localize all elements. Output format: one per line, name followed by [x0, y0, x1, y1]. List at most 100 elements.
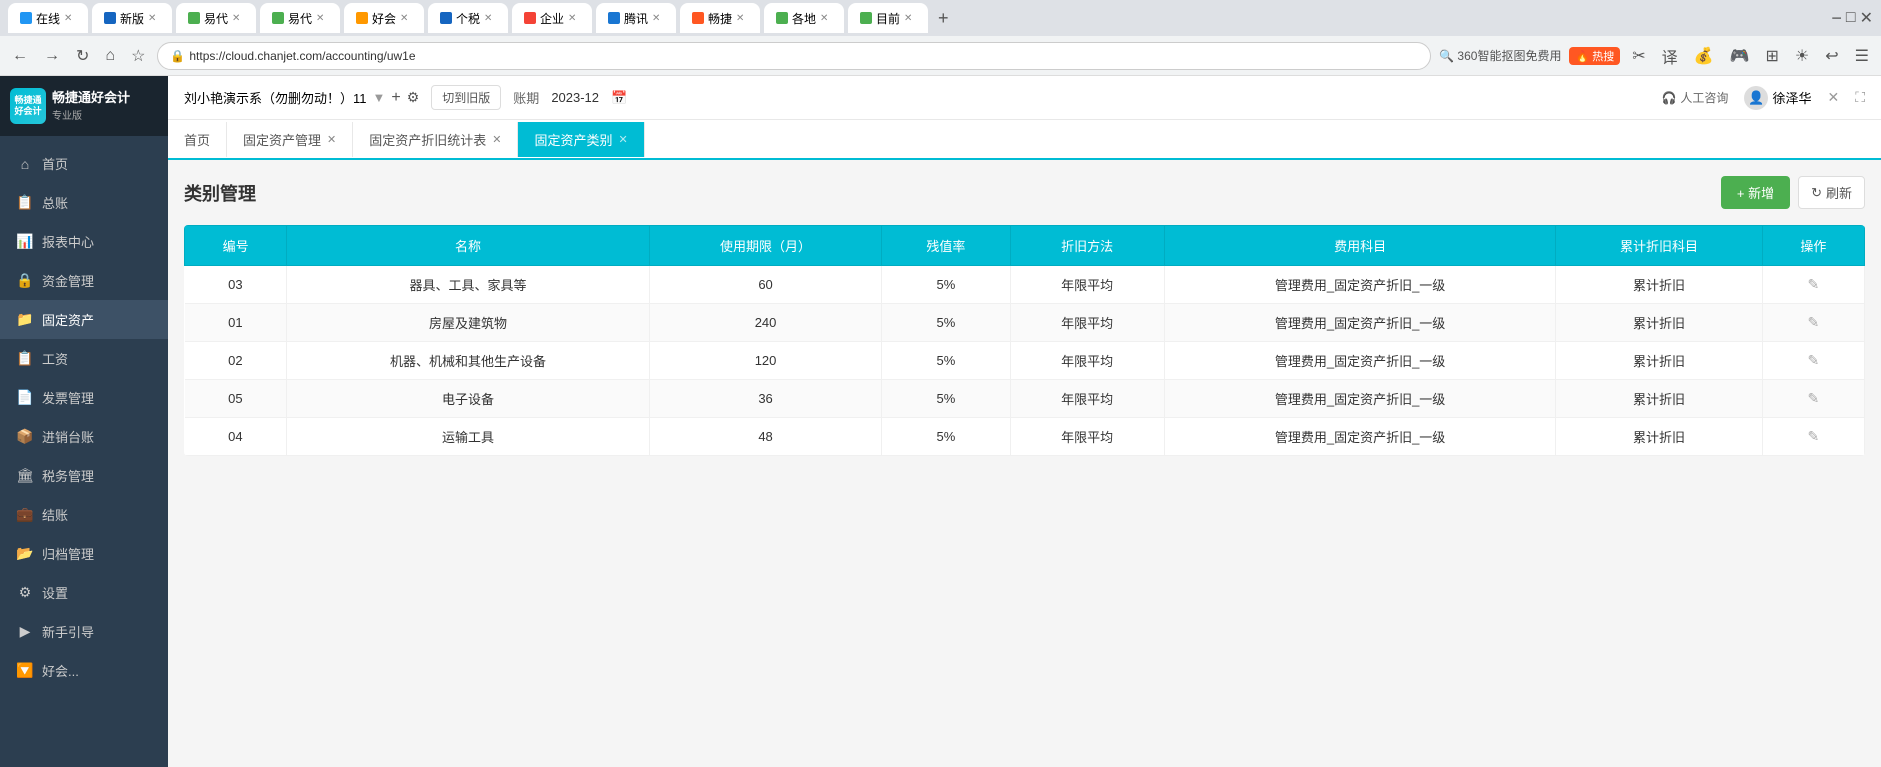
add-button[interactable]: +	[391, 89, 400, 107]
close-button[interactable]: ✕	[1860, 8, 1873, 28]
tab-close-asset-category[interactable]: ✕	[619, 133, 628, 146]
settings-browser-button[interactable]: ☀	[1791, 42, 1813, 70]
sidebar-item-inventory-label: 进销台账	[42, 427, 94, 446]
row1-edit-icon[interactable]: ✎	[1808, 314, 1820, 330]
sidebar-item-guide-label: 新手引导	[42, 622, 94, 641]
row2-action[interactable]: ✎	[1762, 342, 1864, 380]
sidebar-item-ledger[interactable]: 📋 总账	[0, 183, 168, 222]
tab-label-10: 目前	[876, 10, 900, 27]
add-category-button[interactable]: + 新增	[1721, 176, 1790, 209]
tab-fixed-assets-mgmt[interactable]: 固定资产管理 ✕	[227, 122, 353, 157]
calendar-icon[interactable]: 📅	[611, 90, 627, 106]
browser-tab-5[interactable]: 个税 ✕	[428, 3, 508, 33]
reload-button[interactable]: ↻	[72, 42, 93, 70]
sidebar-item-report[interactable]: 📊 报表中心	[0, 222, 168, 261]
top-bar-right: 🎧 人工咨询 👤 徐泽华 ✕ ⛶	[1661, 86, 1865, 110]
tab-depreciation-table[interactable]: 固定资产折旧统计表 ✕	[353, 122, 518, 157]
row3-edit-icon[interactable]: ✎	[1808, 390, 1820, 406]
tab-close-3[interactable]: ✕	[316, 13, 324, 24]
bookmark-button[interactable]: ☆	[127, 42, 149, 70]
service-button[interactable]: 🎧 人工咨询	[1661, 89, 1728, 106]
undo-button[interactable]: ↩	[1821, 42, 1842, 70]
row4-action[interactable]: ✎	[1762, 418, 1864, 456]
sidebar-item-salary[interactable]: 📋 工资	[0, 339, 168, 378]
sidebar-item-settings[interactable]: ⚙ 设置	[0, 573, 168, 612]
browser-tab-10[interactable]: 目前 ✕	[848, 3, 928, 33]
refresh-button[interactable]: ↻ 刷新	[1798, 176, 1865, 209]
sidebar-item-fixed-assets[interactable]: 📁 固定资产	[0, 300, 168, 339]
row0-action[interactable]: ✎	[1762, 266, 1864, 304]
sidebar-item-invoice[interactable]: 📄 发票管理	[0, 378, 168, 417]
tab-favicon-7	[608, 12, 620, 24]
row0-edit-icon[interactable]: ✎	[1808, 276, 1820, 292]
new-tab-button[interactable]: +	[932, 8, 955, 29]
row0-code[interactable]: 03	[185, 266, 287, 304]
sidebar-item-tax[interactable]: 🏛 税务管理	[0, 456, 168, 495]
url-bar[interactable]: 🔒 https://cloud.chanjet.com/accounting/u…	[157, 42, 1431, 70]
tab-close-4[interactable]: ✕	[400, 13, 408, 24]
tab-home[interactable]: 首页	[168, 122, 227, 157]
back-button[interactable]: ←	[8, 43, 32, 69]
settings-top-button[interactable]: ⚙	[407, 89, 420, 106]
grid-button[interactable]: ⊞	[1762, 42, 1783, 70]
tab-close-1[interactable]: ✕	[148, 13, 156, 24]
game-button[interactable]: 🎮	[1726, 42, 1754, 70]
tab-close-0[interactable]: ✕	[64, 13, 72, 24]
sidebar-brand: 畅捷通好会计 专业版	[52, 90, 130, 122]
wallet-button[interactable]: 💰	[1690, 42, 1718, 70]
tab-close-2[interactable]: ✕	[232, 13, 240, 24]
tab-close-7[interactable]: ✕	[652, 13, 660, 24]
tab-close-fixed-assets-mgmt[interactable]: ✕	[327, 133, 336, 146]
scissors-button[interactable]: ✂	[1628, 42, 1649, 70]
top-close-button[interactable]: ✕	[1827, 89, 1839, 106]
sidebar: 畅捷通好会计 畅捷通好会计 专业版 ⌂ 首页 📋 总账 📊 报表中心 🔒	[0, 76, 168, 767]
sidebar-item-archive[interactable]: 📂 归档管理	[0, 534, 168, 573]
row2-name: 机器、机械和其他生产设备	[287, 342, 650, 380]
row3-code[interactable]: 05	[185, 380, 287, 418]
switch-version-button[interactable]: 切到旧版	[431, 85, 501, 110]
browser-tab-7[interactable]: 腾讯 ✕	[596, 3, 676, 33]
browser-tab-6[interactable]: 企业 ✕	[512, 3, 592, 33]
sidebar-item-more[interactable]: 🔽 好会...	[0, 651, 168, 690]
row2-edit-icon[interactable]: ✎	[1808, 352, 1820, 368]
browser-tab-1[interactable]: 新版 ✕	[92, 3, 172, 33]
sidebar-item-home[interactable]: ⌂ 首页	[0, 144, 168, 183]
sidebar-item-guide[interactable]: ▶ 新手引导	[0, 612, 168, 651]
browser-tab-3[interactable]: 易代 ✕	[260, 3, 340, 33]
minimize-button[interactable]: −	[1831, 8, 1842, 29]
tab-close-5[interactable]: ✕	[484, 13, 492, 24]
browser-tab-9[interactable]: 各地 ✕	[764, 3, 844, 33]
browser-tab-2[interactable]: 易代 ✕	[176, 3, 256, 33]
dropdown-icon[interactable]: ▼	[373, 90, 386, 105]
browser-tab-0[interactable]: 在线 ✕	[8, 3, 88, 33]
sidebar-item-inventory[interactable]: 📦 进销台账	[0, 417, 168, 456]
maximize-button[interactable]: □	[1846, 9, 1856, 27]
row1-method: 年限平均	[1010, 304, 1164, 342]
row4-edit-icon[interactable]: ✎	[1808, 428, 1820, 444]
tab-close-9[interactable]: ✕	[820, 13, 828, 24]
report-icon: 📊	[16, 233, 34, 251]
home-button[interactable]: ⌂	[101, 43, 119, 69]
row3-action[interactable]: ✎	[1762, 380, 1864, 418]
row1-code[interactable]: 01	[185, 304, 287, 342]
translate-button[interactable]: 译	[1658, 40, 1682, 72]
tab-close-10[interactable]: ✕	[904, 13, 912, 24]
row2-code[interactable]: 02	[185, 342, 287, 380]
top-expand-button[interactable]: ⛶	[1855, 89, 1865, 106]
tab-close-8[interactable]: ✕	[736, 13, 744, 24]
sidebar-item-settlement[interactable]: 💼 结账	[0, 495, 168, 534]
row4-code[interactable]: 04	[185, 418, 287, 456]
row2-residual: 5%	[882, 342, 1010, 380]
tab-favicon-3	[272, 12, 284, 24]
forward-button[interactable]: →	[40, 43, 64, 69]
th-expense: 费用科目	[1164, 226, 1556, 266]
archive-icon: 📂	[16, 545, 34, 563]
tab-asset-category[interactable]: 固定资产类别 ✕	[518, 122, 644, 157]
sidebar-item-fund[interactable]: 🔒 资金管理	[0, 261, 168, 300]
browser-tab-4[interactable]: 好会 ✕	[344, 3, 424, 33]
browser-tab-8[interactable]: 畅捷 ✕	[680, 3, 760, 33]
menu-button[interactable]: ☰	[1851, 42, 1873, 70]
tab-close-depreciation-table[interactable]: ✕	[492, 133, 501, 146]
row1-action[interactable]: ✎	[1762, 304, 1864, 342]
tab-close-6[interactable]: ✕	[568, 13, 576, 24]
